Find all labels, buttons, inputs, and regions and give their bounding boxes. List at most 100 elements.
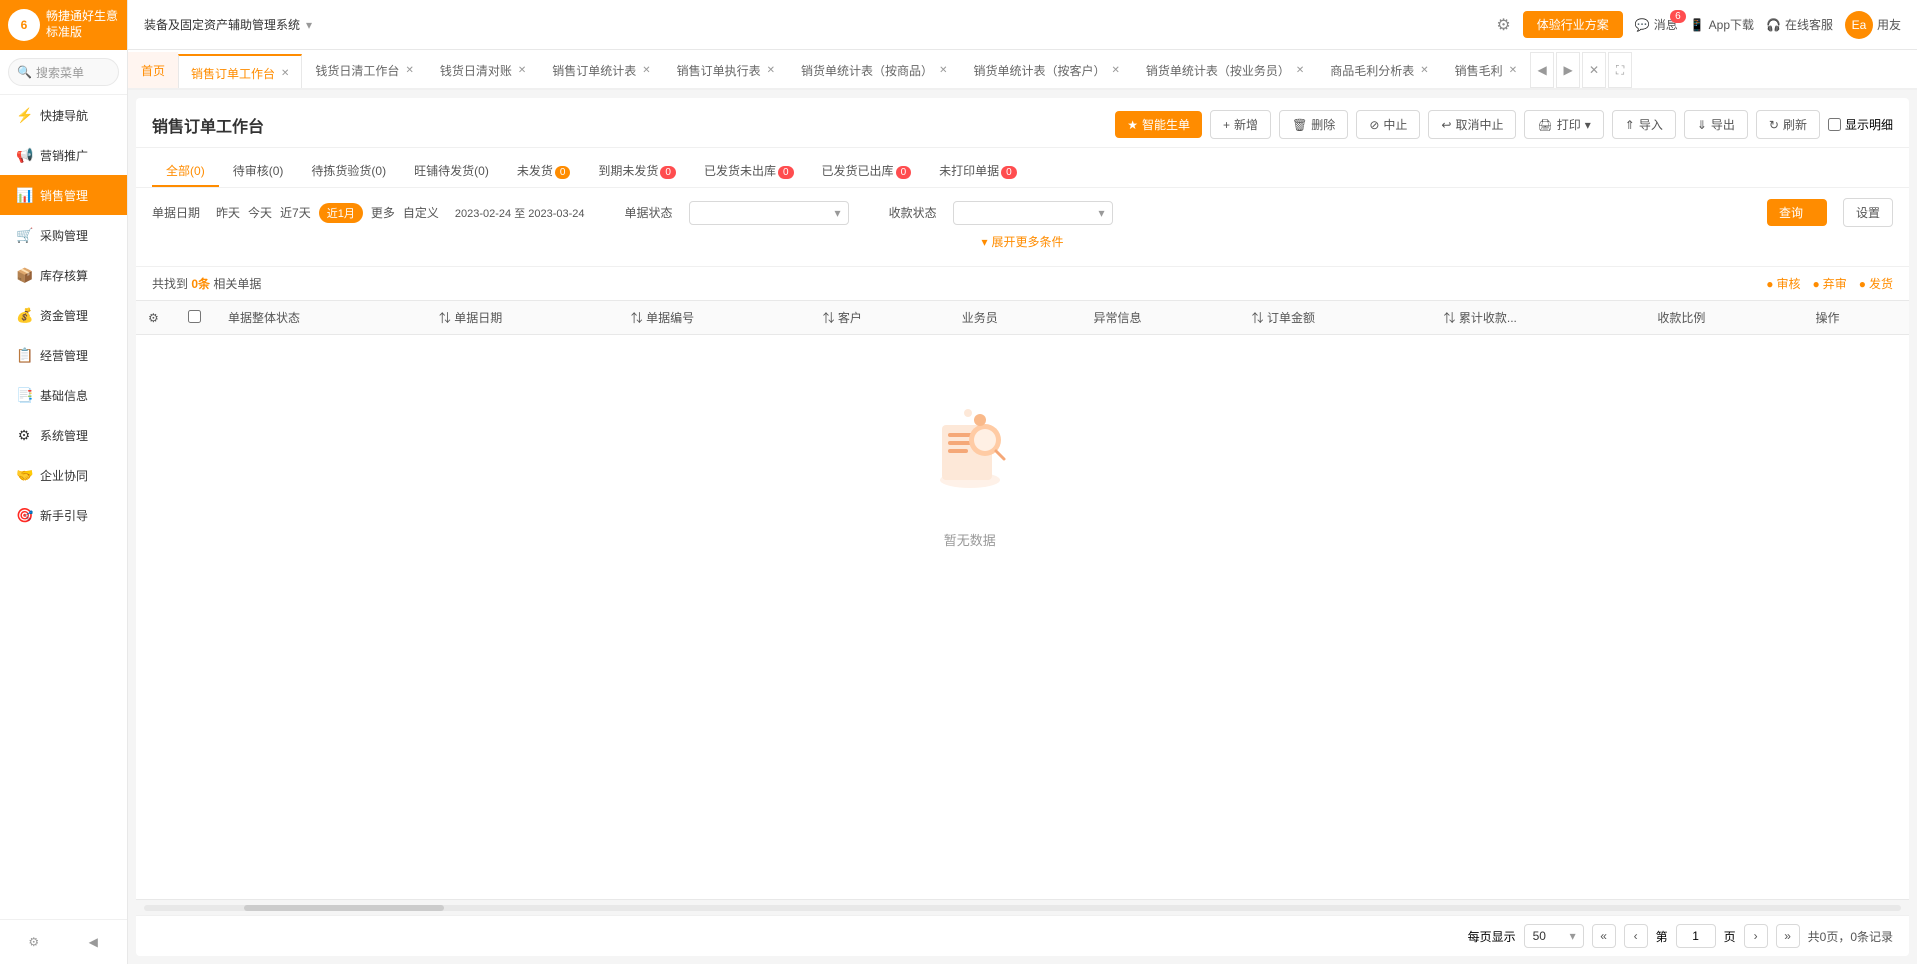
col-amount[interactable]: ⇅ 订单金额 [1240, 301, 1432, 335]
tab-cash-daily[interactable]: 钱货日清工作台 ✕ [302, 52, 426, 88]
tab-close-product-margin[interactable]: ✕ [1420, 65, 1428, 76]
sidebar-item-sales[interactable]: 📊 销售管理 [0, 175, 127, 215]
col-staff[interactable]: 业务员 [950, 301, 1082, 335]
col-date[interactable]: ⇅ 单据日期 [427, 301, 619, 335]
sidebar-item-finance[interactable]: 💰 资金管理 [0, 295, 127, 335]
import-btn[interactable]: ⇑ 导入 [1612, 110, 1676, 139]
tab-sales-by-customer[interactable]: 销货单统计表（按客户） ✕ [960, 52, 1132, 88]
col-exception[interactable]: 异常信息 [1082, 301, 1240, 335]
sidebar-item-system[interactable]: ⚙ 系统管理 [0, 415, 127, 455]
ship-action-btn[interactable]: ● 发货 [1859, 275, 1893, 292]
tab-close-cash-reconcile[interactable]: ✕ [518, 65, 526, 76]
sidebar-item-guide[interactable]: 🎯 新手引导 [0, 495, 127, 535]
tab-cash-reconcile[interactable]: 钱货日清对账 ✕ [427, 52, 539, 88]
tab-close-sales-by-product[interactable]: ✕ [939, 65, 947, 76]
horizontal-scrollbar[interactable] [136, 899, 1909, 915]
smart-create-btn[interactable]: ★ 智能生单 [1115, 111, 1202, 138]
first-page-btn[interactable]: « [1592, 924, 1616, 948]
date-opt-yesterday[interactable]: 昨天 [216, 204, 240, 221]
sub-tab-wangpu[interactable]: 旺铺待发货(0) [400, 156, 503, 187]
expand-filter-btn[interactable]: ▾ 展开更多条件 [981, 233, 1063, 250]
cancel-suspend-btn[interactable]: ↩ 取消中止 [1428, 110, 1516, 139]
tab-close-sales-stats[interactable]: ✕ [642, 65, 650, 76]
settings-gear-icon[interactable]: ⚙ [1496, 15, 1510, 35]
add-btn[interactable]: + 新增 [1210, 110, 1271, 139]
tab-nav-next[interactable]: ▶ [1556, 52, 1580, 88]
online-service-btn[interactable]: 🎧 在线客服 [1766, 16, 1833, 33]
tab-maximize[interactable]: ⛶ [1608, 52, 1632, 88]
prev-page-btn[interactable]: ‹ [1624, 924, 1648, 948]
settings-filter-btn[interactable]: 设置 [1843, 198, 1893, 227]
tab-sales-by-product[interactable]: 销货单统计表（按商品） ✕ [788, 52, 960, 88]
scrollbar-track[interactable] [144, 905, 1901, 911]
collapse-sidebar-btn[interactable]: ◀ [68, 928, 120, 956]
message-btn[interactable]: 💬 消息 6 [1635, 16, 1678, 33]
col-settings[interactable]: ⚙ [136, 301, 176, 335]
sidebar-item-purchase[interactable]: 🛒 采购管理 [0, 215, 127, 255]
payment-select[interactable] [953, 201, 1113, 225]
status-select[interactable] [689, 201, 849, 225]
col-collected[interactable]: ⇅ 累计收款... [1432, 301, 1646, 335]
tab-close-all[interactable]: ✕ [1582, 52, 1606, 88]
search-menu-button[interactable]: 🔍 搜索菜单 [8, 58, 119, 86]
tab-sales-by-staff[interactable]: 销货单统计表（按业务员） ✕ [1133, 52, 1317, 88]
query-btn[interactable]: 查询 [1767, 199, 1827, 226]
show-details-checkbox[interactable] [1828, 118, 1841, 131]
tab-close-sales-more[interactable]: ✕ [1509, 65, 1517, 76]
sub-tab-overdue[interactable]: 到期未发货0 [584, 156, 690, 187]
tab-close-sales-by-customer[interactable]: ✕ [1111, 65, 1119, 76]
col-ratio[interactable]: 收款比例 [1645, 301, 1803, 335]
tab-sales-workbench[interactable]: 销售订单工作台 ✕ [178, 54, 302, 90]
sidebar-item-cooperation[interactable]: 🤝 企业协同 [0, 455, 127, 495]
next-page-btn[interactable]: › [1744, 924, 1768, 948]
col-checkbox-header[interactable] [176, 301, 216, 335]
delete-btn[interactable]: 🗑 删除 [1279, 110, 1348, 139]
sidebar-item-quick-nav[interactable]: ⚡ 快捷导航 [0, 95, 127, 135]
col-number[interactable]: ⇅ 单据编号 [619, 301, 811, 335]
trial-btn[interactable]: 体验行业方案 [1523, 11, 1623, 38]
sidebar-item-marketing[interactable]: 📢 营销推广 [0, 135, 127, 175]
show-details-toggle[interactable]: 显示明细 [1828, 116, 1893, 133]
tab-close-sales-workbench[interactable]: ✕ [281, 68, 289, 79]
settings-footer-btn[interactable]: ⚙ [8, 928, 60, 956]
cancel-approve-action-btn[interactable]: ● 弃审 [1812, 275, 1846, 292]
table-scroll-area[interactable]: ⚙ 单据整体状态 ⇅ 单据日期 ⇅ 单据编号 [136, 300, 1909, 899]
page-size-select[interactable]: 10 20 50 100 [1524, 924, 1584, 948]
col-customer[interactable]: ⇅ 客户 [811, 301, 950, 335]
sidebar-item-operations[interactable]: 📋 经营管理 [0, 335, 127, 375]
sub-tab-shipped-not-out[interactable]: 已发货未出库0 [690, 156, 808, 187]
sub-tab-not-printed[interactable]: 未打印单据0 [925, 156, 1031, 187]
date-opt-7days[interactable]: 近7天 [280, 204, 311, 221]
tab-product-margin[interactable]: 商品毛利分析表 ✕ [1317, 52, 1441, 88]
tab-sales-stats[interactable]: 销售订单统计表 ✕ [539, 52, 663, 88]
date-opt-custom[interactable]: 自定义 [403, 204, 439, 221]
suspend-btn[interactable]: ⊘ 中止 [1356, 110, 1420, 139]
sub-tab-pending-review[interactable]: 待审核(0) [219, 156, 298, 187]
sidebar-item-basic-info[interactable]: 📑 基础信息 [0, 375, 127, 415]
select-all-checkbox[interactable] [188, 310, 201, 323]
app-download-btn[interactable]: 📱 App下载 [1690, 16, 1754, 33]
col-status[interactable]: 单据整体状态 [216, 301, 427, 335]
sub-tab-not-shipped[interactable]: 未发货0 [503, 156, 585, 187]
tab-close-sales-exec[interactable]: ✕ [767, 65, 775, 76]
tab-close-sales-by-staff[interactable]: ✕ [1296, 65, 1304, 76]
sidebar-item-inventory[interactable]: 📦 库存核算 [0, 255, 127, 295]
date-opt-more[interactable]: 更多 [371, 204, 395, 221]
tab-close-cash-daily[interactable]: ✕ [405, 65, 413, 76]
approve-action-btn[interactable]: ● 审核 [1766, 275, 1800, 292]
scrollbar-thumb[interactable] [244, 905, 444, 911]
page-number-input[interactable] [1676, 924, 1716, 948]
date-opt-today[interactable]: 今天 [248, 204, 272, 221]
tab-home[interactable]: 首页 [128, 52, 178, 88]
export-btn[interactable]: ⇓ 导出 [1684, 110, 1748, 139]
tab-sales-more[interactable]: 销售毛利 ✕ [1442, 52, 1530, 88]
sub-tab-all[interactable]: 全部(0) [152, 156, 219, 187]
user-menu-btn[interactable]: Ea 用友 [1845, 11, 1901, 39]
tab-sales-exec[interactable]: 销售订单执行表 ✕ [664, 52, 788, 88]
tab-nav-prev[interactable]: ◀ [1530, 52, 1554, 88]
print-btn[interactable]: 🖨 打印 ▾ [1524, 110, 1603, 139]
refresh-btn[interactable]: ↻ 刷新 [1756, 110, 1820, 139]
date-opt-1month[interactable]: 近1月 [319, 203, 363, 223]
last-page-btn[interactable]: » [1776, 924, 1800, 948]
sub-tab-pending-inspection[interactable]: 待拣货验货(0) [297, 156, 400, 187]
